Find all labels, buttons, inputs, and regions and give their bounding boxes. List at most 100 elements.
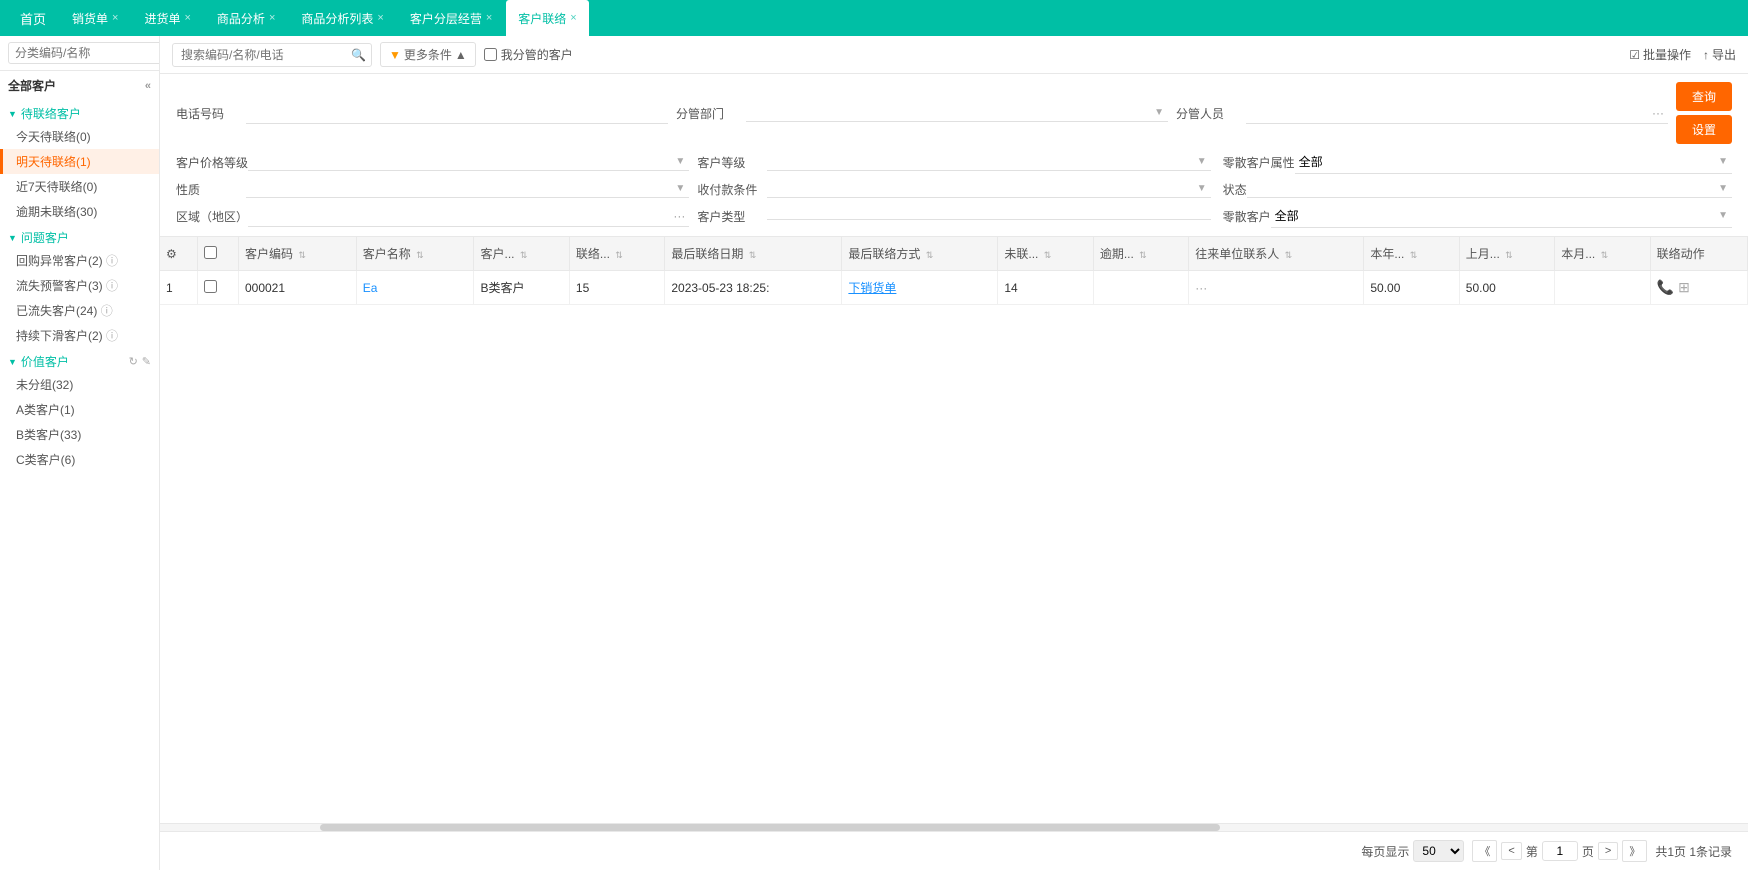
nav-close-customer-contact[interactable]: × — [570, 12, 576, 24]
filter-phone-input[interactable] — [246, 103, 668, 124]
col-checkbox[interactable] — [197, 237, 238, 271]
sort-icon-name[interactable]: ⇅ — [416, 250, 424, 260]
filter-customer-level-label: 客户等级 — [697, 154, 767, 171]
filter-status-select[interactable]: ▼ — [1247, 180, 1732, 198]
row-year: 50.00 — [1364, 271, 1459, 305]
page-number-input[interactable] — [1542, 841, 1578, 861]
sidebar-all-customers[interactable]: 全部客户 « — [0, 71, 159, 100]
nav-close-analysis-list[interactable]: × — [377, 12, 383, 24]
sidebar-item-warning[interactable]: 流失预警客户(3) ⓘ — [0, 273, 159, 298]
page-size-select[interactable]: 50 100 200 — [1413, 840, 1464, 862]
filter-region-input[interactable]: ··· — [248, 206, 689, 227]
sidebar-item-today[interactable]: 今天待联络(0) — [0, 124, 159, 149]
sort-icon-contact-person[interactable]: ⇅ — [1285, 250, 1293, 260]
filter-dept-select[interactable]: ▼ — [746, 104, 1168, 122]
nav-close-purchase[interactable]: × — [184, 12, 190, 24]
filter-actions: 查询 设置 — [1676, 82, 1732, 144]
my-customers-checkbox[interactable] — [484, 48, 497, 61]
more-conditions-btn[interactable]: ▼ 更多条件 ▲ — [380, 42, 476, 67]
sidebar-item-a-class[interactable]: A类客户(1) — [0, 397, 159, 422]
first-page-btn[interactable]: 《 — [1472, 840, 1497, 862]
filter-customer-type-select[interactable] — [767, 213, 1210, 220]
sort-icon-overdue[interactable]: ⇅ — [1139, 250, 1147, 260]
main-search-input[interactable] — [172, 43, 372, 67]
sort-icon-last-method[interactable]: ⇅ — [926, 250, 934, 260]
filter-payment-select[interactable]: ▼ — [767, 180, 1210, 198]
sidebar-item-abnormal[interactable]: 回购异常客户(2) ⓘ — [0, 248, 159, 273]
grid-icon[interactable]: ⊞ — [1678, 279, 1690, 296]
toolbar: 🔍 ▼ 更多条件 ▲ 我分管的客户 ☑ 批量操作 ↑ 导出 — [160, 36, 1748, 74]
sort-icon-code[interactable]: ⇅ — [298, 250, 306, 260]
sidebar-search-wrap: 🔍 — [0, 36, 159, 71]
sidebar-item-b-class[interactable]: B类客户(33) — [0, 422, 159, 447]
last-method-link[interactable]: 下销货单 — [848, 281, 896, 295]
filter-retail-customer-select[interactable]: 全部 ▼ — [1271, 204, 1732, 228]
sidebar-item-lost[interactable]: 已流失客户(24) ⓘ — [0, 298, 159, 323]
sort-icon-this-month[interactable]: ⇅ — [1601, 250, 1609, 260]
row-checkbox[interactable] — [197, 271, 238, 305]
col-settings[interactable]: ⚙ — [160, 237, 197, 271]
row-last-method[interactable]: 下销货单 — [842, 271, 998, 305]
nav-item-analysis-list[interactable]: 商品分析列表 × — [289, 0, 395, 36]
price-level-down-arrow: ▼ — [675, 156, 685, 167]
nav-item-purchase[interactable]: 进货单 × — [132, 0, 202, 36]
settings-button[interactable]: 设置 — [1676, 115, 1732, 144]
sort-icon-uncontact[interactable]: ⇅ — [1044, 250, 1052, 260]
filter-gender-select[interactable]: ▼ — [246, 180, 689, 198]
filter-dept: 分管部门 ▼ — [676, 104, 1168, 122]
sort-icon-contact[interactable]: ⇅ — [615, 250, 623, 260]
nav-item-customer-contact[interactable]: 客户联络 × — [506, 0, 588, 36]
nav-item-home[interactable]: 首页 — [8, 0, 58, 36]
select-all-checkbox[interactable] — [204, 246, 217, 259]
last-page-btn[interactable]: 》 — [1622, 840, 1647, 862]
sidebar-section-problem[interactable]: 问题客户 — [0, 224, 159, 248]
total-label: 共1页 1条记录 — [1655, 843, 1732, 860]
sidebar-section-value[interactable]: 价值客户 ↻ ✎ — [0, 348, 159, 372]
sidebar-section-pending[interactable]: 待联络客户 — [0, 100, 159, 124]
main-search-icon[interactable]: 🔍 — [351, 48, 366, 62]
sort-icon-last-month[interactable]: ⇅ — [1505, 250, 1513, 260]
next-page-btn[interactable]: > — [1598, 842, 1618, 860]
filter-customer-level-select[interactable]: ▼ — [767, 153, 1210, 171]
row-overdue — [1093, 271, 1188, 305]
export-btn[interactable]: ↑ 导出 — [1703, 46, 1736, 63]
sidebar-search-input[interactable] — [8, 42, 160, 64]
filter-manager-input[interactable]: ··· — [1246, 103, 1668, 124]
filter-region-label: 区域（地区） — [176, 208, 248, 225]
nav-close-customer-tier[interactable]: × — [486, 12, 492, 24]
sidebar-item-declining[interactable]: 持续下滑客户(2) ⓘ — [0, 323, 159, 348]
my-customers-checkbox-label[interactable]: 我分管的客户 — [484, 46, 573, 63]
row-type: B类客户 — [474, 271, 569, 305]
nav-item-analysis[interactable]: 商品分析 × — [205, 0, 287, 36]
nav-close-sales[interactable]: × — [112, 12, 118, 24]
nav-close-analysis[interactable]: × — [269, 12, 275, 24]
sidebar-item-c-class[interactable]: C类客户(6) — [0, 447, 159, 472]
value-edit-icon[interactable]: ✎ — [142, 355, 151, 368]
main-layout: 🔍 全部客户 « 待联络客户 今天待联络(0) 明天待联络(1) 近7天待联络(… — [0, 36, 1748, 870]
sidebar-item-overdue[interactable]: 逾期未联络(30) — [0, 199, 159, 224]
nav-item-customer-tier[interactable]: 客户分层经营 × — [398, 0, 504, 36]
filter-price-level-select[interactable]: ▼ — [248, 153, 689, 171]
batch-ops-btn[interactable]: ☑ 批量操作 — [1629, 46, 1691, 63]
scrollbar-area[interactable] — [160, 823, 1748, 831]
sidebar-item-tomorrow[interactable]: 明天待联络(1) — [0, 149, 159, 174]
sort-icon-type[interactable]: ⇅ — [520, 250, 528, 260]
query-button[interactable]: 查询 — [1676, 82, 1732, 111]
nav-item-sales[interactable]: 销货单 × — [60, 0, 130, 36]
sidebar-item-ungroup[interactable]: 未分组(32) — [0, 372, 159, 397]
sidebar-item-7days[interactable]: 近7天待联络(0) — [0, 174, 159, 199]
sort-icon-last-date[interactable]: ⇅ — [749, 250, 757, 260]
filter-payment-label: 收付款条件 — [697, 181, 767, 198]
filter-status-label: 状态 — [1223, 181, 1247, 198]
sort-icon-year[interactable]: ⇅ — [1410, 250, 1418, 260]
filter-manager-label: 分管人员 — [1176, 105, 1246, 122]
filter-retail-attr-select[interactable]: 全部 ▼ — [1295, 150, 1732, 174]
value-refresh-icon[interactable]: ↻ — [129, 355, 138, 368]
row-select-checkbox[interactable] — [204, 280, 217, 293]
scrollbar-thumb[interactable] — [320, 824, 1220, 831]
prev-page-btn[interactable]: < — [1501, 842, 1521, 860]
filter-payment: 收付款条件 ▼ — [697, 180, 1210, 198]
call-icon[interactable]: 📞 — [1657, 279, 1674, 296]
filter-dept-label: 分管部门 — [676, 105, 746, 122]
payment-down-arrow: ▼ — [1197, 183, 1207, 194]
